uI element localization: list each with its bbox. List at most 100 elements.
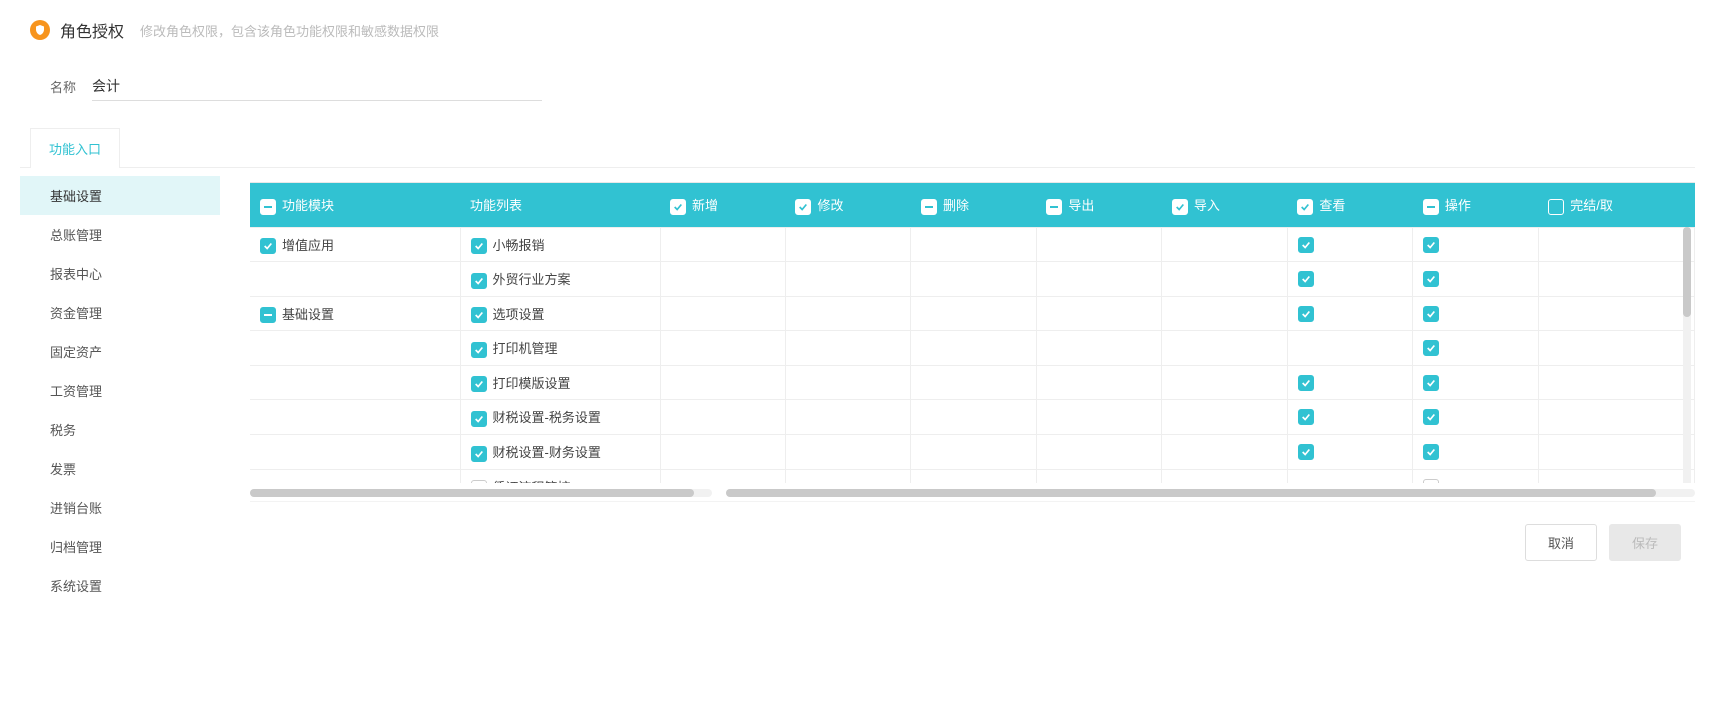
sidebar: 基础设置总账管理报表中心资金管理固定资产工资管理税务发票进销台账归档管理系统设置: [20, 176, 220, 605]
tabs: 功能入口: [20, 127, 1695, 168]
feature-label: 打印机管理: [493, 341, 558, 356]
column-header-7[interactable]: 查看: [1287, 183, 1412, 227]
checkbox-indeterminate[interactable]: [1423, 199, 1439, 215]
checkbox-checked[interactable]: [1172, 199, 1188, 215]
sidebar-item-0[interactable]: 基础设置: [20, 176, 220, 215]
column-header-8[interactable]: 操作: [1413, 183, 1538, 227]
checkbox-checked[interactable]: [670, 199, 686, 215]
horizontal-scrollbar-right[interactable]: [726, 489, 1695, 497]
permissions-table: 功能模块 功能列表 新增 修改 删除 导出 导入 查看 操作 完结/取 增值应用 小畅报销外贸行业方…: [250, 183, 1695, 483]
checkbox-indeterminate[interactable]: [260, 199, 276, 215]
save-button[interactable]: 保存: [1609, 524, 1681, 561]
feature-label: 凭证流程管控: [493, 480, 571, 484]
page-title: 角色授权: [60, 18, 124, 42]
table-row: 基础设置 选项设置: [250, 296, 1695, 331]
checkbox-checked[interactable]: [471, 273, 487, 289]
sidebar-item-5[interactable]: 工资管理: [20, 371, 220, 410]
name-label: 名称: [50, 77, 76, 96]
checkbox-checked[interactable]: [1297, 199, 1313, 215]
column-label: 删除: [943, 198, 969, 213]
column-label: 功能列表: [470, 198, 522, 213]
checkbox-indeterminate[interactable]: [921, 199, 937, 215]
checkbox-checked[interactable]: [1298, 271, 1314, 287]
sidebar-item-6[interactable]: 税务: [20, 410, 220, 449]
sidebar-item-3[interactable]: 资金管理: [20, 293, 220, 332]
checkbox-checked[interactable]: [1423, 375, 1439, 391]
name-row: 名称: [20, 52, 1695, 111]
checkbox-checked[interactable]: [471, 307, 487, 323]
checkbox-checked[interactable]: [1298, 409, 1314, 425]
checkbox-checked[interactable]: [1298, 444, 1314, 460]
sidebar-item-4[interactable]: 固定资产: [20, 332, 220, 371]
checkbox-indeterminate[interactable]: [1046, 199, 1062, 215]
sidebar-item-2[interactable]: 报表中心: [20, 254, 220, 293]
shield-icon: [30, 20, 50, 40]
table-row: 凭证流程管控: [250, 469, 1695, 483]
column-label: 功能模块: [282, 198, 334, 213]
checkbox-checked[interactable]: [1423, 271, 1439, 287]
feature-label: 打印模版设置: [493, 376, 571, 391]
feature-label: 选项设置: [493, 307, 545, 322]
table-row: 外贸行业方案: [250, 262, 1695, 297]
column-header-1[interactable]: 功能列表: [460, 183, 660, 227]
column-header-5[interactable]: 导出: [1036, 183, 1161, 227]
checkbox-checked[interactable]: [1423, 340, 1439, 356]
feature-label: 财税设置-财务设置: [493, 445, 601, 460]
footer-actions: 取消 保存: [250, 501, 1695, 583]
checkbox-checked[interactable]: [1423, 237, 1439, 253]
feature-label: 小畅报销: [493, 238, 545, 253]
column-label: 查看: [1319, 198, 1345, 213]
column-header-9[interactable]: 完结/取: [1538, 183, 1694, 227]
checkbox-checked[interactable]: [471, 238, 487, 254]
tab-function-entry[interactable]: 功能入口: [30, 128, 120, 168]
sidebar-item-10[interactable]: 系统设置: [20, 566, 220, 605]
table-row: 财税设置-财务设置: [250, 434, 1695, 469]
sidebar-item-1[interactable]: 总账管理: [20, 215, 220, 254]
checkbox-empty[interactable]: [471, 480, 487, 483]
role-name-input[interactable]: [92, 72, 542, 101]
checkbox-checked[interactable]: [471, 446, 487, 462]
permissions-panel: 功能模块 功能列表 新增 修改 删除 导出 导入 查看 操作 完结/取 增值应用 小畅报销外贸行业方…: [220, 176, 1695, 605]
checkbox-checked[interactable]: [471, 376, 487, 392]
column-header-4[interactable]: 删除: [911, 183, 1036, 227]
column-label: 操作: [1445, 198, 1471, 213]
sidebar-item-8[interactable]: 进销台账: [20, 488, 220, 527]
checkbox-checked[interactable]: [795, 199, 811, 215]
column-label: 导入: [1194, 198, 1220, 213]
checkbox-indeterminate[interactable]: [260, 307, 276, 323]
module-label: 增值应用: [282, 238, 334, 253]
sidebar-item-7[interactable]: 发票: [20, 449, 220, 488]
table-row: 财税设置-税务设置: [250, 400, 1695, 435]
page-header: 角色授权 修改角色权限，包含该角色功能权限和敏感数据权限: [20, 0, 1695, 52]
module-label: 基础设置: [282, 307, 334, 322]
column-label: 新增: [692, 198, 718, 213]
table-row: 打印机管理: [250, 331, 1695, 366]
column-label: 完结/取: [1570, 198, 1613, 213]
feature-label: 财税设置-税务设置: [493, 410, 601, 425]
column-header-3[interactable]: 修改: [785, 183, 910, 227]
checkbox-checked[interactable]: [1423, 306, 1439, 322]
checkbox-empty[interactable]: [1548, 199, 1564, 215]
column-label: 修改: [817, 198, 843, 213]
table-row: 打印模版设置: [250, 365, 1695, 400]
checkbox-checked[interactable]: [260, 238, 276, 254]
vertical-scrollbar[interactable]: [1683, 227, 1691, 483]
checkbox-checked[interactable]: [471, 411, 487, 427]
column-header-0[interactable]: 功能模块: [250, 183, 460, 227]
column-header-2[interactable]: 新增: [660, 183, 785, 227]
column-label: 导出: [1068, 198, 1094, 213]
horizontal-scrollbar-left[interactable]: [250, 489, 712, 497]
feature-label: 外贸行业方案: [493, 272, 571, 287]
checkbox-checked[interactable]: [1423, 409, 1439, 425]
checkbox-checked[interactable]: [1298, 306, 1314, 322]
checkbox-empty[interactable]: [1423, 479, 1439, 483]
table-row: 增值应用 小畅报销: [250, 227, 1695, 262]
sidebar-item-9[interactable]: 归档管理: [20, 527, 220, 566]
page-subtitle: 修改角色权限，包含该角色功能权限和敏感数据权限: [140, 21, 439, 40]
checkbox-checked[interactable]: [1298, 375, 1314, 391]
checkbox-checked[interactable]: [471, 342, 487, 358]
column-header-6[interactable]: 导入: [1162, 183, 1287, 227]
cancel-button[interactable]: 取消: [1525, 524, 1597, 561]
checkbox-checked[interactable]: [1423, 444, 1439, 460]
checkbox-checked[interactable]: [1298, 237, 1314, 253]
